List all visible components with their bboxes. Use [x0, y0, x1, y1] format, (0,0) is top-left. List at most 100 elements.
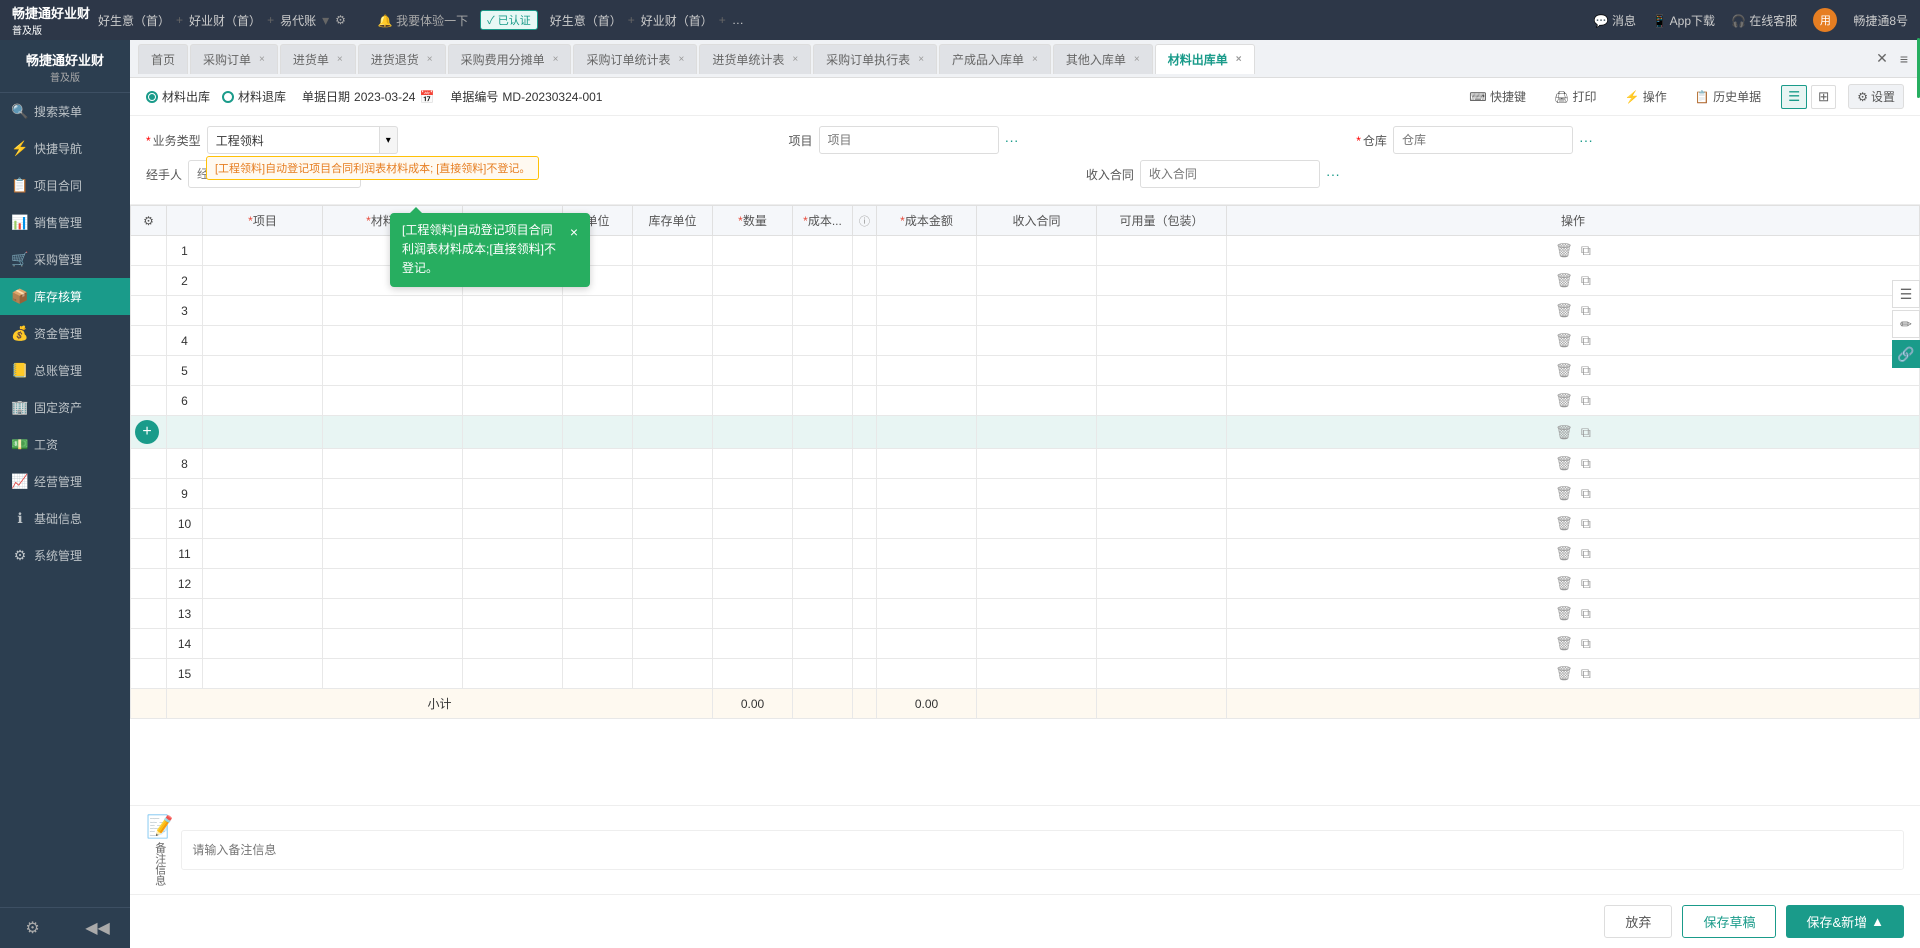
tab-other-inbound-close[interactable]: ×	[1134, 54, 1140, 65]
tab-material-out[interactable]: 材料出库单×	[1155, 44, 1255, 74]
calendar-icon[interactable]: 📅	[419, 90, 434, 104]
copy-row-1-btn[interactable]: ⧉	[1579, 240, 1593, 261]
view-grid-btn[interactable]: ⊞	[1811, 85, 1836, 109]
row-project-7-input[interactable]	[207, 425, 318, 439]
delete-row-4-btn[interactable]: 🗑	[1553, 330, 1575, 351]
tab-product-inbound-close[interactable]: ×	[1032, 54, 1038, 65]
topnav-settings[interactable]: ⚙	[335, 13, 346, 27]
user-avatar[interactable]: 用	[1813, 8, 1837, 32]
tab-inbound-stat[interactable]: 进货单统计表×	[699, 44, 811, 74]
nav-item-more[interactable]: …	[732, 13, 744, 27]
sidebar-item-basic[interactable]: ℹ 基础信息	[0, 500, 130, 537]
row-store-unit-2[interactable]	[633, 266, 713, 296]
tab-purchase-stat[interactable]: 采购订单统计表×	[573, 44, 697, 74]
tab-purchase-exec-close[interactable]: ×	[918, 54, 924, 65]
sidebar-collapse-btn[interactable]: ◀◀	[65, 908, 130, 948]
row-material-7-input[interactable]	[327, 425, 458, 439]
col-header-settings[interactable]: ⚙	[131, 206, 167, 236]
copy-row-14-btn[interactable]: ⧉	[1579, 633, 1593, 654]
delete-row-1-btn[interactable]: 🗑	[1553, 240, 1575, 261]
tab-purchase-expense-close[interactable]: ×	[553, 54, 559, 65]
nav-item-experience[interactable]: 🔔 我要体验一下	[378, 12, 468, 29]
row-material-3[interactable]	[323, 296, 463, 326]
tab-inbound-stat-close[interactable]: ×	[792, 54, 798, 65]
copy-row-3-btn[interactable]: ⧉	[1579, 300, 1593, 321]
delete-row-10-btn[interactable]: 🗑	[1553, 513, 1575, 534]
operations-btn[interactable]: ⚡ 操作	[1617, 84, 1675, 109]
tab-purchase-expense[interactable]: 采购费用分摊单×	[448, 44, 572, 74]
right-tool-2[interactable]: ✏	[1892, 310, 1920, 338]
nav-item-4[interactable]: 好生意（首）	[550, 12, 622, 29]
online-service-btn[interactable]: 🎧 在线客服	[1731, 12, 1797, 29]
delete-row-7-btn[interactable]: 🗑	[1553, 422, 1575, 443]
shortcut-btn[interactable]: ⌨ 快捷键	[1461, 84, 1534, 109]
copy-row-7-btn[interactable]: ⧉	[1579, 422, 1593, 443]
history-btn[interactable]: 📋 历史单据	[1687, 84, 1769, 109]
copy-row-8-btn[interactable]: ⧉	[1579, 453, 1593, 474]
delete-row-3-btn[interactable]: 🗑	[1553, 300, 1575, 321]
sidebar-item-project[interactable]: 📋 项目合同	[0, 167, 130, 204]
delete-row-8-btn[interactable]: 🗑	[1553, 453, 1575, 474]
row-project-4[interactable]	[203, 326, 323, 356]
copy-row-15-btn[interactable]: ⧉	[1579, 663, 1593, 684]
warehouse-input[interactable]	[1393, 126, 1573, 154]
row-store-unit-1[interactable]	[633, 236, 713, 266]
delete-row-15-btn[interactable]: 🗑	[1553, 663, 1575, 684]
tab-material-out-close[interactable]: ×	[1236, 54, 1242, 65]
username[interactable]: 畅捷通8号	[1853, 12, 1908, 29]
save-draft-btn[interactable]: 保存草稿	[1682, 905, 1776, 938]
delete-row-12-btn[interactable]: 🗑	[1553, 573, 1575, 594]
sidebar-item-salary[interactable]: 💵 工资	[0, 426, 130, 463]
business-type-dropdown-btn[interactable]: ▾	[380, 126, 398, 154]
copy-row-4-btn[interactable]: ⧉	[1579, 330, 1593, 351]
row-project-2[interactable]	[203, 266, 323, 296]
delete-row-9-btn[interactable]: 🗑	[1553, 483, 1575, 504]
tooltip-close-btn[interactable]: ×	[570, 221, 578, 243]
copy-row-11-btn[interactable]: ⧉	[1579, 543, 1593, 564]
nav-item-1[interactable]: 好生意（首）	[98, 12, 170, 29]
row-project-3[interactable]	[203, 296, 323, 326]
project-dots[interactable]: ···	[1005, 132, 1019, 148]
add-row-btn[interactable]: +	[135, 420, 159, 444]
copy-row-10-btn[interactable]: ⧉	[1579, 513, 1593, 534]
sidebar-item-system[interactable]: ⚙ 系统管理	[0, 537, 130, 574]
nav-item-2[interactable]: 好业财（首）	[189, 12, 261, 29]
delete-row-13-btn[interactable]: 🗑	[1553, 603, 1575, 624]
sidebar-item-search[interactable]: 🔍 搜索菜单	[0, 93, 130, 130]
delete-row-11-btn[interactable]: 🗑	[1553, 543, 1575, 564]
sidebar-item-nav[interactable]: ⚡ 快捷导航	[0, 130, 130, 167]
row-material-7-active[interactable]	[323, 416, 463, 449]
sidebar-item-purchase[interactable]: 🛒 采购管理	[0, 241, 130, 278]
app-download-btn[interactable]: 📱 App下载	[1652, 12, 1715, 29]
row-income-contract-1[interactable]	[977, 236, 1097, 266]
save-new-btn[interactable]: 保存&新增 ▲	[1786, 905, 1904, 938]
tab-inbound-return[interactable]: 进货退货×	[358, 44, 446, 74]
project-input[interactable]	[819, 126, 999, 154]
row-project-7-active[interactable]	[203, 416, 323, 449]
income-contract-dots[interactable]: ···	[1326, 166, 1340, 182]
nav-item-5[interactable]: 好业财（首）	[641, 12, 713, 29]
row-qty-1[interactable]	[713, 236, 793, 266]
row-income-contract-2[interactable]	[977, 266, 1097, 296]
copy-row-2-btn[interactable]: ⧉	[1579, 270, 1593, 291]
delete-row-6-btn[interactable]: 🗑	[1553, 390, 1575, 411]
row-cost-2[interactable]	[793, 266, 853, 296]
tab-home[interactable]: 首页	[138, 44, 188, 74]
tab-menu-btn[interactable]: ≡	[1896, 47, 1912, 71]
row-project-1[interactable]	[203, 236, 323, 266]
tab-close-all-btn[interactable]: ✕	[1872, 46, 1892, 71]
tab-inbound-return-close[interactable]: ×	[427, 54, 433, 65]
tab-inbound[interactable]: 进货单×	[280, 44, 356, 74]
radio-material-return[interactable]: 材料退库	[222, 88, 286, 105]
copy-row-13-btn[interactable]: ⧉	[1579, 603, 1593, 624]
notes-input[interactable]	[181, 830, 1904, 870]
tab-product-inbound[interactable]: 产成品入库单×	[939, 44, 1051, 74]
tab-purchase-order-close[interactable]: ×	[259, 54, 265, 65]
tab-inbound-close[interactable]: ×	[337, 54, 343, 65]
print-btn[interactable]: 🖨 打印	[1546, 84, 1605, 109]
right-tool-1[interactable]: ☰	[1892, 280, 1920, 308]
discard-btn[interactable]: 放弃	[1604, 905, 1672, 938]
copy-row-5-btn[interactable]: ⧉	[1579, 360, 1593, 381]
tab-purchase-order[interactable]: 采购订单×	[190, 44, 278, 74]
sidebar-settings-btn[interactable]: ⚙	[0, 908, 65, 948]
